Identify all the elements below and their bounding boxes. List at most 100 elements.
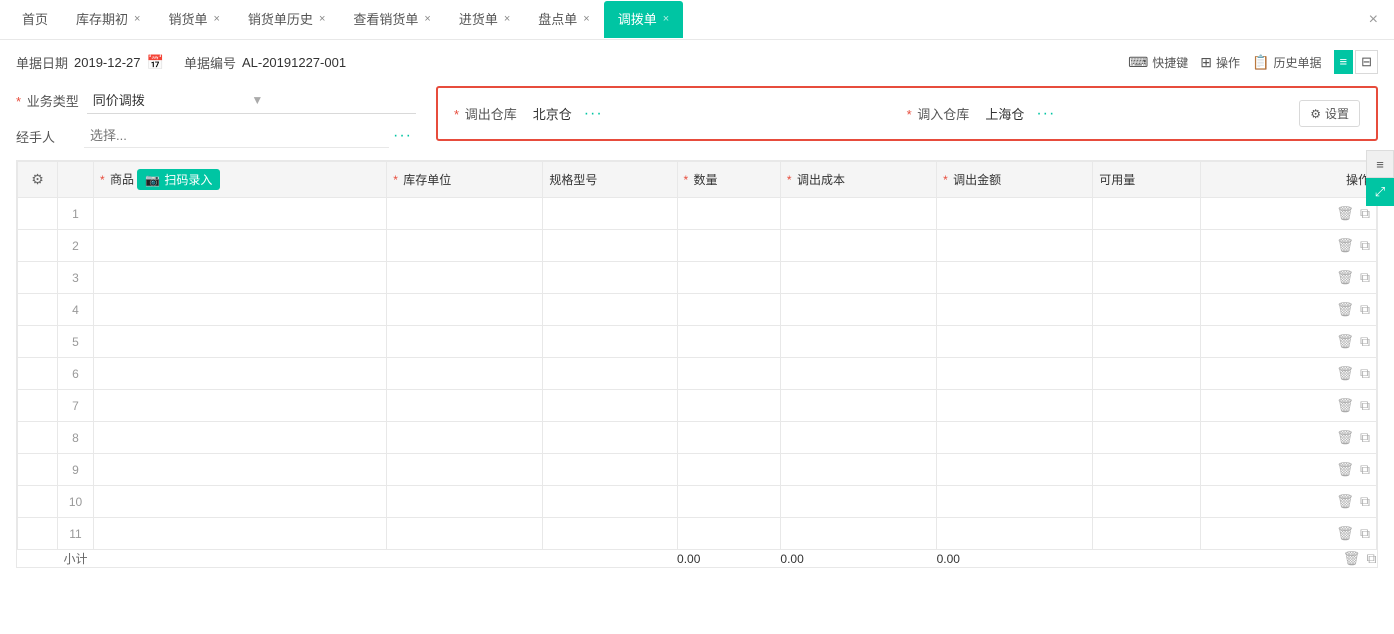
qty-cell-5[interactable] bbox=[677, 326, 780, 358]
scan-input-button[interactable]: 📷 扫码录入 bbox=[137, 169, 220, 190]
amount-cell-4[interactable] bbox=[937, 294, 1093, 326]
trash-icon-4[interactable]: 🗑 bbox=[1336, 301, 1354, 318]
shortcuts-button[interactable]: ⌨ 快捷键 bbox=[1128, 54, 1188, 71]
unit-cell-2[interactable] bbox=[387, 230, 543, 262]
history-button[interactable]: 📋 历史单据 bbox=[1252, 54, 1321, 71]
product-cell-9[interactable] bbox=[94, 454, 387, 486]
trash-icon-10[interactable]: 🗑 bbox=[1336, 493, 1354, 510]
unit-cell-10[interactable] bbox=[387, 486, 543, 518]
qty-cell-4[interactable] bbox=[677, 294, 780, 326]
copy-icon-9[interactable]: ⧉ bbox=[1360, 461, 1370, 478]
available-cell-5[interactable] bbox=[1093, 326, 1201, 358]
out-warehouse-value[interactable]: 北京仓 bbox=[533, 104, 572, 123]
product-cell-2[interactable] bbox=[94, 230, 387, 262]
spec-cell-2[interactable] bbox=[543, 230, 677, 262]
unit-cell-4[interactable] bbox=[387, 294, 543, 326]
spec-cell-5[interactable] bbox=[543, 326, 677, 358]
amount-cell-7[interactable] bbox=[937, 390, 1093, 422]
person-more-button[interactable]: ··· bbox=[389, 127, 416, 145]
person-input[interactable] bbox=[84, 124, 389, 148]
trash-icon-7[interactable]: 🗑 bbox=[1336, 397, 1354, 414]
gear-header[interactable]: ⚙ bbox=[18, 162, 58, 198]
unit-cell-8[interactable] bbox=[387, 422, 543, 454]
available-cell-10[interactable] bbox=[1093, 486, 1201, 518]
spec-cell-11[interactable] bbox=[543, 518, 677, 550]
copy-icon-5[interactable]: ⧉ bbox=[1360, 333, 1370, 350]
spec-cell-1[interactable] bbox=[543, 198, 677, 230]
tab-inventory-count[interactable]: 盘点单 × bbox=[524, 1, 603, 38]
available-cell-4[interactable] bbox=[1093, 294, 1201, 326]
copy-icon-1[interactable]: ⧉ bbox=[1360, 205, 1370, 222]
sidebar-expand-icon[interactable]: ⤢ bbox=[1366, 178, 1394, 206]
window-close-button[interactable]: × bbox=[1361, 7, 1386, 33]
tab-close-view-sales[interactable]: × bbox=[424, 13, 430, 25]
available-cell-1[interactable] bbox=[1093, 198, 1201, 230]
copy-icon-2[interactable]: ⧉ bbox=[1360, 237, 1370, 254]
cost-cell-4[interactable] bbox=[780, 294, 936, 326]
amount-cell-1[interactable] bbox=[937, 198, 1093, 230]
cost-cell-9[interactable] bbox=[780, 454, 936, 486]
unit-cell-9[interactable] bbox=[387, 454, 543, 486]
trash-icon-1[interactable]: 🗑 bbox=[1336, 205, 1354, 222]
cost-cell-11[interactable] bbox=[780, 518, 936, 550]
product-cell-11[interactable] bbox=[94, 518, 387, 550]
amount-cell-9[interactable] bbox=[937, 454, 1093, 486]
product-cell-7[interactable] bbox=[94, 390, 387, 422]
unit-cell-5[interactable] bbox=[387, 326, 543, 358]
list-view-option[interactable]: ≡ bbox=[1334, 50, 1354, 74]
product-cell-4[interactable] bbox=[94, 294, 387, 326]
grid-view-option[interactable]: ⊟ bbox=[1355, 50, 1378, 74]
qty-cell-9[interactable] bbox=[677, 454, 780, 486]
cost-cell-3[interactable] bbox=[780, 262, 936, 294]
copy-icon-3[interactable]: ⧉ bbox=[1360, 269, 1370, 286]
trash-icon-2[interactable]: 🗑 bbox=[1336, 237, 1354, 254]
operations-button[interactable]: ⊞ 操作 bbox=[1200, 54, 1240, 71]
cost-cell-6[interactable] bbox=[780, 358, 936, 390]
tab-close-purchase-order[interactable]: × bbox=[504, 13, 510, 25]
in-warehouse-value[interactable]: 上海仓 bbox=[985, 104, 1024, 123]
copy-icon-6[interactable]: ⧉ bbox=[1360, 365, 1370, 382]
cost-cell-5[interactable] bbox=[780, 326, 936, 358]
qty-cell-8[interactable] bbox=[677, 422, 780, 454]
qty-cell-7[interactable] bbox=[677, 390, 780, 422]
unit-cell-11[interactable] bbox=[387, 518, 543, 550]
qty-cell-10[interactable] bbox=[677, 486, 780, 518]
spec-cell-3[interactable] bbox=[543, 262, 677, 294]
unit-cell-6[interactable] bbox=[387, 358, 543, 390]
available-cell-3[interactable] bbox=[1093, 262, 1201, 294]
available-cell-7[interactable] bbox=[1093, 390, 1201, 422]
trash-icon-9[interactable]: 🗑 bbox=[1336, 461, 1354, 478]
amount-cell-10[interactable] bbox=[937, 486, 1093, 518]
product-cell-5[interactable] bbox=[94, 326, 387, 358]
calendar-icon[interactable]: 📅 bbox=[147, 54, 164, 71]
cost-cell-1[interactable] bbox=[780, 198, 936, 230]
amount-cell-11[interactable] bbox=[937, 518, 1093, 550]
spec-cell-9[interactable] bbox=[543, 454, 677, 486]
subtotal-copy-icon[interactable]: ⧉ bbox=[1367, 550, 1377, 567]
trash-icon-6[interactable]: 🗑 bbox=[1336, 365, 1354, 382]
tab-sales-history[interactable]: 销货单历史 × bbox=[234, 1, 339, 38]
business-type-dropdown[interactable]: 同价调拨 ▼ bbox=[87, 86, 416, 114]
available-cell-9[interactable] bbox=[1093, 454, 1201, 486]
cost-cell-2[interactable] bbox=[780, 230, 936, 262]
copy-icon-7[interactable]: ⧉ bbox=[1360, 397, 1370, 414]
unit-cell-7[interactable] bbox=[387, 390, 543, 422]
cost-cell-10[interactable] bbox=[780, 486, 936, 518]
trash-icon-3[interactable]: 🗑 bbox=[1336, 269, 1354, 286]
copy-icon-11[interactable]: ⧉ bbox=[1360, 525, 1370, 542]
tab-close-transfer-order[interactable]: × bbox=[663, 13, 669, 25]
available-cell-2[interactable] bbox=[1093, 230, 1201, 262]
spec-cell-4[interactable] bbox=[543, 294, 677, 326]
qty-cell-6[interactable] bbox=[677, 358, 780, 390]
out-warehouse-more-button[interactable]: ··· bbox=[580, 105, 607, 123]
product-cell-6[interactable] bbox=[94, 358, 387, 390]
spec-cell-7[interactable] bbox=[543, 390, 677, 422]
tab-inventory-init[interactable]: 库存期初 × bbox=[62, 1, 154, 38]
tab-close-sales-history[interactable]: × bbox=[319, 13, 325, 25]
tab-sales-order[interactable]: 销货单 × bbox=[154, 1, 233, 38]
cost-cell-7[interactable] bbox=[780, 390, 936, 422]
amount-cell-2[interactable] bbox=[937, 230, 1093, 262]
tab-view-sales[interactable]: 查看销货单 × bbox=[339, 1, 444, 38]
tab-close-inventory-init[interactable]: × bbox=[134, 13, 140, 25]
spec-cell-8[interactable] bbox=[543, 422, 677, 454]
